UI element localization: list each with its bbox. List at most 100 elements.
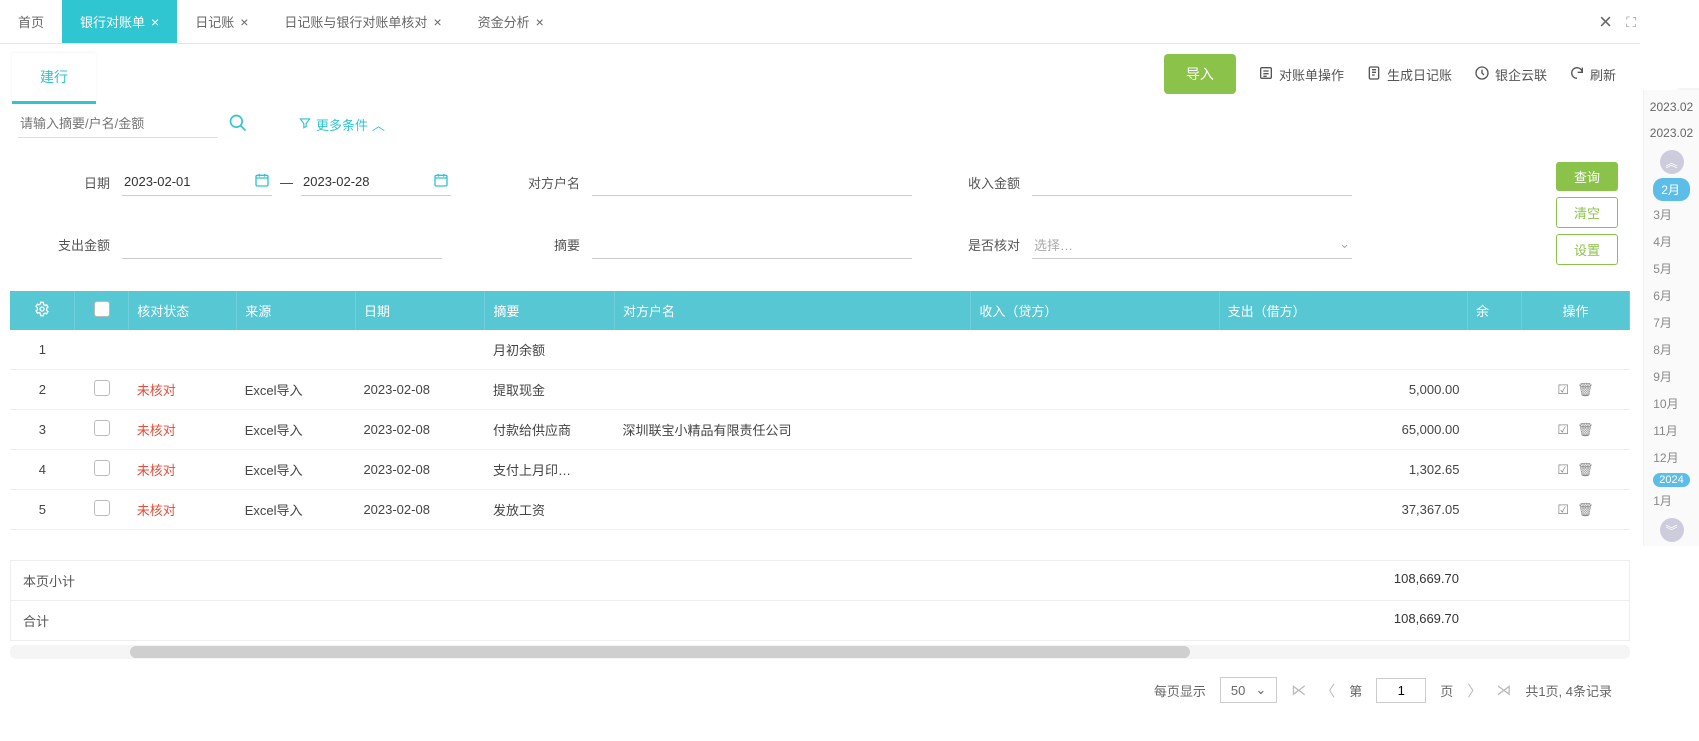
- link-label: 刷新: [1590, 65, 1616, 84]
- delete-icon[interactable]: 🗑: [1577, 422, 1594, 438]
- tab-label: 资金分析: [478, 12, 530, 31]
- scroll-down-icon[interactable]: ︾: [1660, 518, 1684, 542]
- close-icon[interactable]: ×: [151, 14, 159, 30]
- rail-month[interactable]: 9月: [1653, 363, 1689, 390]
- date-from-input[interactable]: 2023-02-01: [122, 168, 272, 196]
- delete-icon[interactable]: 🗑: [1577, 382, 1594, 398]
- filter-panel: 日期 2023-02-01 — 2023-02-28 对方户名: [0, 144, 1640, 275]
- calendar-icon[interactable]: [254, 172, 270, 191]
- row-ops: [1521, 330, 1629, 370]
- rail-month[interactable]: 4月: [1653, 228, 1689, 255]
- clear-button[interactable]: 清空: [1556, 197, 1618, 228]
- statement-ops-link[interactable]: 对账单操作: [1258, 65, 1344, 84]
- link-label: 对账单操作: [1279, 65, 1344, 84]
- scrollbar-thumb[interactable]: [130, 646, 1190, 658]
- tab-fund-analysis[interactable]: 资金分析 ×: [460, 0, 562, 43]
- tab-journal[interactable]: 日记账×: [177, 0, 266, 43]
- rail-date-bottom: 2023.02: [1648, 120, 1695, 146]
- last-page-icon[interactable]: ⋊: [1496, 681, 1511, 699]
- gear-icon: [34, 301, 50, 317]
- rail-date-top: 2023.02: [1648, 94, 1695, 120]
- tab-bank-statement[interactable]: 银行对账单×: [62, 0, 177, 43]
- table-row[interactable]: 2未核对Excel导入2023-02-08提取现金5,000.00☑🗑: [10, 370, 1630, 410]
- query-button[interactable]: 查询: [1556, 162, 1618, 191]
- search-icon[interactable]: [228, 113, 248, 136]
- date-separator: —: [280, 175, 293, 190]
- rail-month[interactable]: 10月: [1653, 390, 1689, 417]
- tab-home[interactable]: 首页: [0, 0, 62, 43]
- rail-month[interactable]: 11月: [1653, 417, 1689, 444]
- row-checkbox[interactable]: [75, 450, 129, 490]
- refresh-link[interactable]: 刷新: [1569, 65, 1616, 84]
- calendar-icon[interactable]: [433, 172, 449, 191]
- next-page-icon[interactable]: 〉: [1467, 680, 1482, 701]
- row-checkbox[interactable]: [75, 410, 129, 450]
- close-icon[interactable]: ×: [536, 14, 544, 30]
- checkbox-header[interactable]: [75, 291, 129, 330]
- party-input[interactable]: [592, 168, 912, 196]
- table-row[interactable]: 1月初余额: [10, 330, 1630, 370]
- check-icon[interactable]: ☑: [1557, 462, 1569, 478]
- summary-input[interactable]: [592, 231, 912, 259]
- delete-icon[interactable]: 🗑: [1577, 502, 1594, 518]
- delete-icon[interactable]: 🗑: [1577, 462, 1594, 478]
- table-row[interactable]: 5未核对Excel导入2023-02-08发放工资37,367.05☑🗑: [10, 490, 1630, 530]
- row-source: Excel导入: [237, 410, 356, 450]
- tab-reconcile[interactable]: 日记账与银行对账单核对×: [266, 0, 459, 43]
- check-icon[interactable]: ☑: [1557, 502, 1569, 518]
- search-input[interactable]: [18, 110, 218, 138]
- row-checkbox[interactable]: [75, 490, 129, 530]
- close-all-icon[interactable]: ×: [1599, 0, 1612, 44]
- row-party: [615, 370, 971, 410]
- rail-year-badge: 2024: [1653, 473, 1689, 487]
- account-tab-ccb[interactable]: 建行: [12, 53, 96, 104]
- verified-select[interactable]: 选择… ⌄: [1032, 231, 1352, 259]
- first-page-icon[interactable]: ⋉: [1291, 681, 1306, 699]
- rail-month[interactable]: 6月: [1653, 282, 1689, 309]
- row-source: [237, 330, 356, 370]
- row-status: 未核对: [129, 410, 237, 450]
- page-input[interactable]: [1376, 678, 1426, 703]
- row-balance: [1467, 330, 1521, 370]
- rail-month[interactable]: 3月: [1653, 201, 1689, 228]
- check-icon[interactable]: ☑: [1557, 382, 1569, 398]
- rail-month[interactable]: 2月: [1653, 178, 1689, 201]
- rail-month[interactable]: 5月: [1653, 255, 1689, 282]
- income-input[interactable]: [1032, 168, 1352, 196]
- row-checkbox[interactable]: [75, 330, 129, 370]
- expense-input[interactable]: [122, 231, 442, 259]
- rail-month[interactable]: 7月: [1653, 309, 1689, 336]
- link-label: 生成日记账: [1387, 65, 1452, 84]
- prev-page-icon[interactable]: 〈: [1320, 680, 1335, 701]
- close-icon[interactable]: ×: [433, 14, 441, 30]
- account-tabs: 建行: [0, 44, 96, 104]
- table-row[interactable]: 3未核对Excel导入2023-02-08付款给供应商深圳联宝小精品有限责任公司…: [10, 410, 1630, 450]
- settings-button[interactable]: 设置: [1556, 234, 1618, 265]
- import-button[interactable]: 导入: [1164, 54, 1236, 94]
- fullscreen-icon[interactable]: ⛶: [1626, 0, 1636, 44]
- per-page-select[interactable]: 50 ⌄: [1220, 677, 1277, 703]
- horizontal-scrollbar[interactable]: [10, 645, 1630, 659]
- row-party: [615, 330, 971, 370]
- row-expense: 5,000.00: [1219, 370, 1467, 410]
- party-label: 对方户名: [492, 173, 592, 192]
- per-page-label: 每页显示: [1154, 681, 1206, 700]
- more-filters-toggle[interactable]: 更多条件 ︿: [298, 115, 385, 134]
- table-row[interactable]: 4未核对Excel导入2023-02-08支付上月印…1,302.65☑🗑: [10, 450, 1630, 490]
- generate-journal-link[interactable]: 生成日记账: [1366, 65, 1452, 84]
- rail-month[interactable]: 8月: [1653, 336, 1689, 363]
- row-index: 1: [10, 330, 75, 370]
- toolbar: 建行 导入 对账单操作 生成日记账 银企云联 刷新: [0, 44, 1640, 104]
- rail-month[interactable]: 1月: [1653, 487, 1689, 514]
- date-to-input[interactable]: 2023-02-28: [301, 168, 451, 196]
- row-source: Excel导入: [237, 450, 356, 490]
- row-checkbox[interactable]: [75, 370, 129, 410]
- gear-header[interactable]: [10, 291, 75, 330]
- income-label: 收入金额: [932, 173, 1032, 192]
- close-icon[interactable]: ×: [240, 14, 248, 30]
- check-icon[interactable]: ☑: [1557, 422, 1569, 438]
- bank-cloud-link[interactable]: 银企云联: [1474, 65, 1547, 84]
- row-date: 2023-02-08: [355, 410, 485, 450]
- scroll-up-icon[interactable]: ︽: [1660, 150, 1684, 174]
- rail-month[interactable]: 12月: [1653, 444, 1689, 471]
